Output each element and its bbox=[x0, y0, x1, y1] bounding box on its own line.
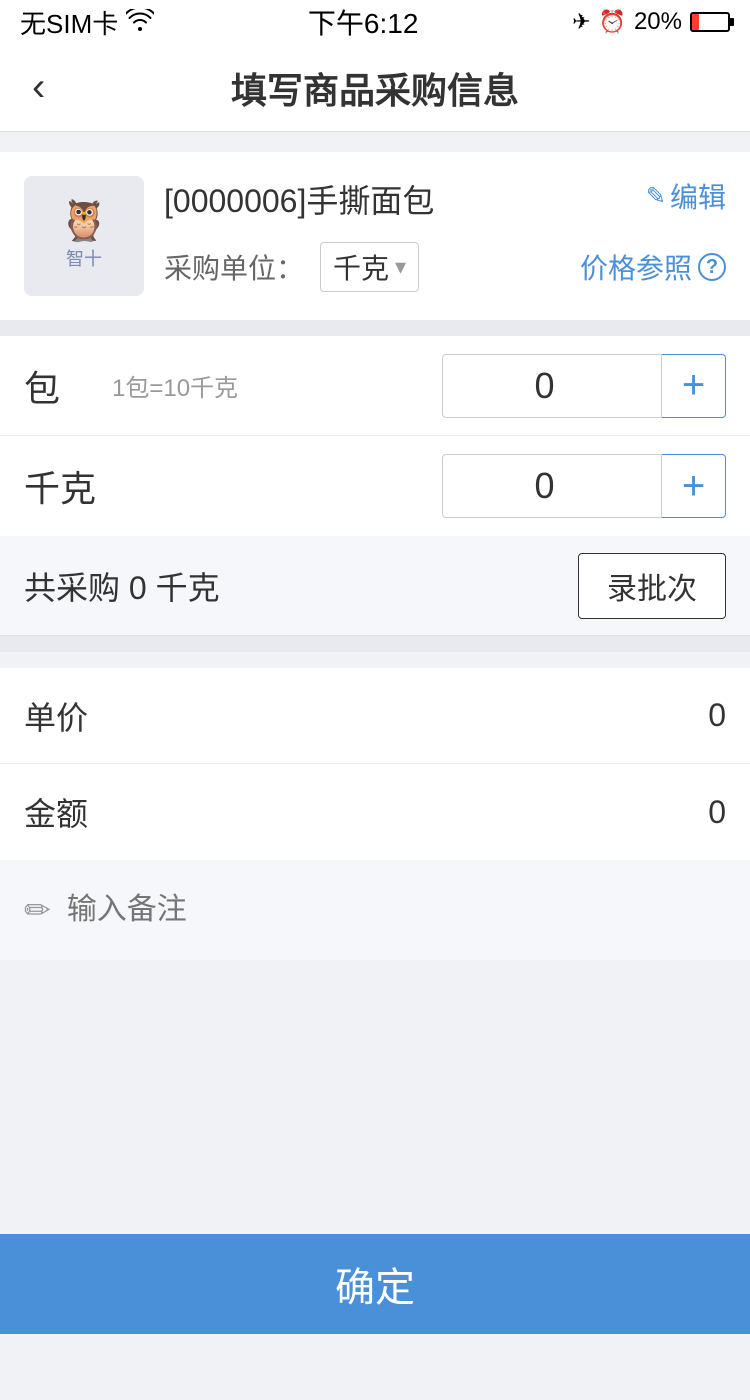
status-time: 下午6:12 bbox=[308, 2, 419, 42]
unit-label: 采购单位： bbox=[164, 247, 304, 287]
quantity-row-bao: 包 1包=10千克 + bbox=[0, 336, 750, 436]
total-unit: 千克 bbox=[156, 570, 220, 606]
nav-bar: ‹ 填写商品采购信息 bbox=[0, 44, 750, 132]
unit-price-label: 单价 bbox=[24, 693, 88, 739]
logo-text: 智十 bbox=[59, 245, 109, 271]
unit-select[interactable]: 千克 ▾ bbox=[320, 242, 419, 292]
confirm-button[interactable]: 确定 bbox=[0, 1234, 750, 1334]
amount-label: 金额 bbox=[24, 789, 88, 835]
status-bar: 无SIM卡 下午6:12 ✈ ⏰ 20% bbox=[0, 0, 750, 44]
product-info: [0000006]手撕面包 ✎ 编辑 采购单位： 千克 ▾ 价格参照 ? bbox=[164, 176, 726, 292]
status-left: 无SIM卡 bbox=[20, 4, 154, 41]
status-right: ✈ ⏰ 20% bbox=[572, 8, 730, 36]
battery-icon bbox=[690, 12, 730, 32]
notes-input[interactable] bbox=[67, 893, 726, 927]
edit-button[interactable]: ✎ 编辑 bbox=[646, 176, 726, 216]
carrier-text: 无SIM卡 bbox=[20, 4, 118, 41]
total-amount: 0 bbox=[129, 570, 147, 606]
back-button[interactable]: ‹ bbox=[24, 57, 53, 118]
qty-input-wrap-kg: + bbox=[442, 454, 726, 518]
edit-icon: ✎ bbox=[646, 182, 666, 211]
batch-button[interactable]: 录批次 bbox=[578, 553, 726, 619]
total-prefix: 共采购 bbox=[24, 570, 120, 606]
qty-input-kg[interactable] bbox=[442, 454, 662, 518]
alarm-icon: ⏰ bbox=[599, 9, 626, 35]
total-text: 共采购 0 千克 bbox=[24, 563, 220, 609]
qty-sublabel-bao: 1包=10千克 bbox=[112, 368, 238, 403]
price-reference-button[interactable]: 价格参照 ? bbox=[580, 247, 726, 287]
amount-value: 0 bbox=[708, 794, 726, 831]
quantity-row-kg: 千克 + bbox=[0, 436, 750, 536]
pricing-section: 单价 0 金额 0 bbox=[0, 668, 750, 860]
unit-price-row: 单价 0 bbox=[0, 668, 750, 764]
section-divider-2 bbox=[0, 636, 750, 652]
notes-pencil-icon: ✏ bbox=[24, 891, 51, 929]
product-card: 🦉 智十 [0000006]手撕面包 ✎ 编辑 采购单位： 千克 ▾ 价格参照 bbox=[0, 152, 750, 320]
price-ref-icon: ? bbox=[698, 253, 726, 281]
page-title: 填写商品采购信息 bbox=[231, 62, 519, 114]
amount-row: 金额 0 bbox=[0, 764, 750, 860]
battery-percent: 20% bbox=[634, 8, 682, 36]
notes-section: ✏ bbox=[0, 860, 750, 960]
qty-label-bao: 包 bbox=[24, 360, 104, 412]
product-logo: 🦉 bbox=[59, 201, 109, 241]
dropdown-arrow-icon: ▾ bbox=[395, 254, 406, 280]
qty-plus-kg[interactable]: + bbox=[662, 454, 726, 518]
qty-input-wrap-bao: + bbox=[442, 354, 726, 418]
product-thumbnail: 🦉 智十 bbox=[24, 176, 144, 296]
quantity-section: 包 1包=10千克 + 千克 + bbox=[0, 336, 750, 536]
wifi-icon bbox=[126, 7, 154, 38]
qty-plus-bao[interactable]: + bbox=[662, 354, 726, 418]
edit-label: 编辑 bbox=[670, 176, 726, 216]
location-icon: ✈ bbox=[572, 9, 590, 35]
section-divider-1 bbox=[0, 320, 750, 336]
qty-label-kg: 千克 bbox=[24, 460, 104, 512]
price-ref-label: 价格参照 bbox=[580, 247, 692, 287]
total-row: 共采购 0 千克 录批次 bbox=[0, 536, 750, 636]
unit-price-value: 0 bbox=[708, 697, 726, 734]
qty-input-bao[interactable] bbox=[442, 354, 662, 418]
unit-value: 千克 bbox=[333, 247, 389, 287]
product-name: [0000006]手撕面包 bbox=[164, 176, 630, 222]
